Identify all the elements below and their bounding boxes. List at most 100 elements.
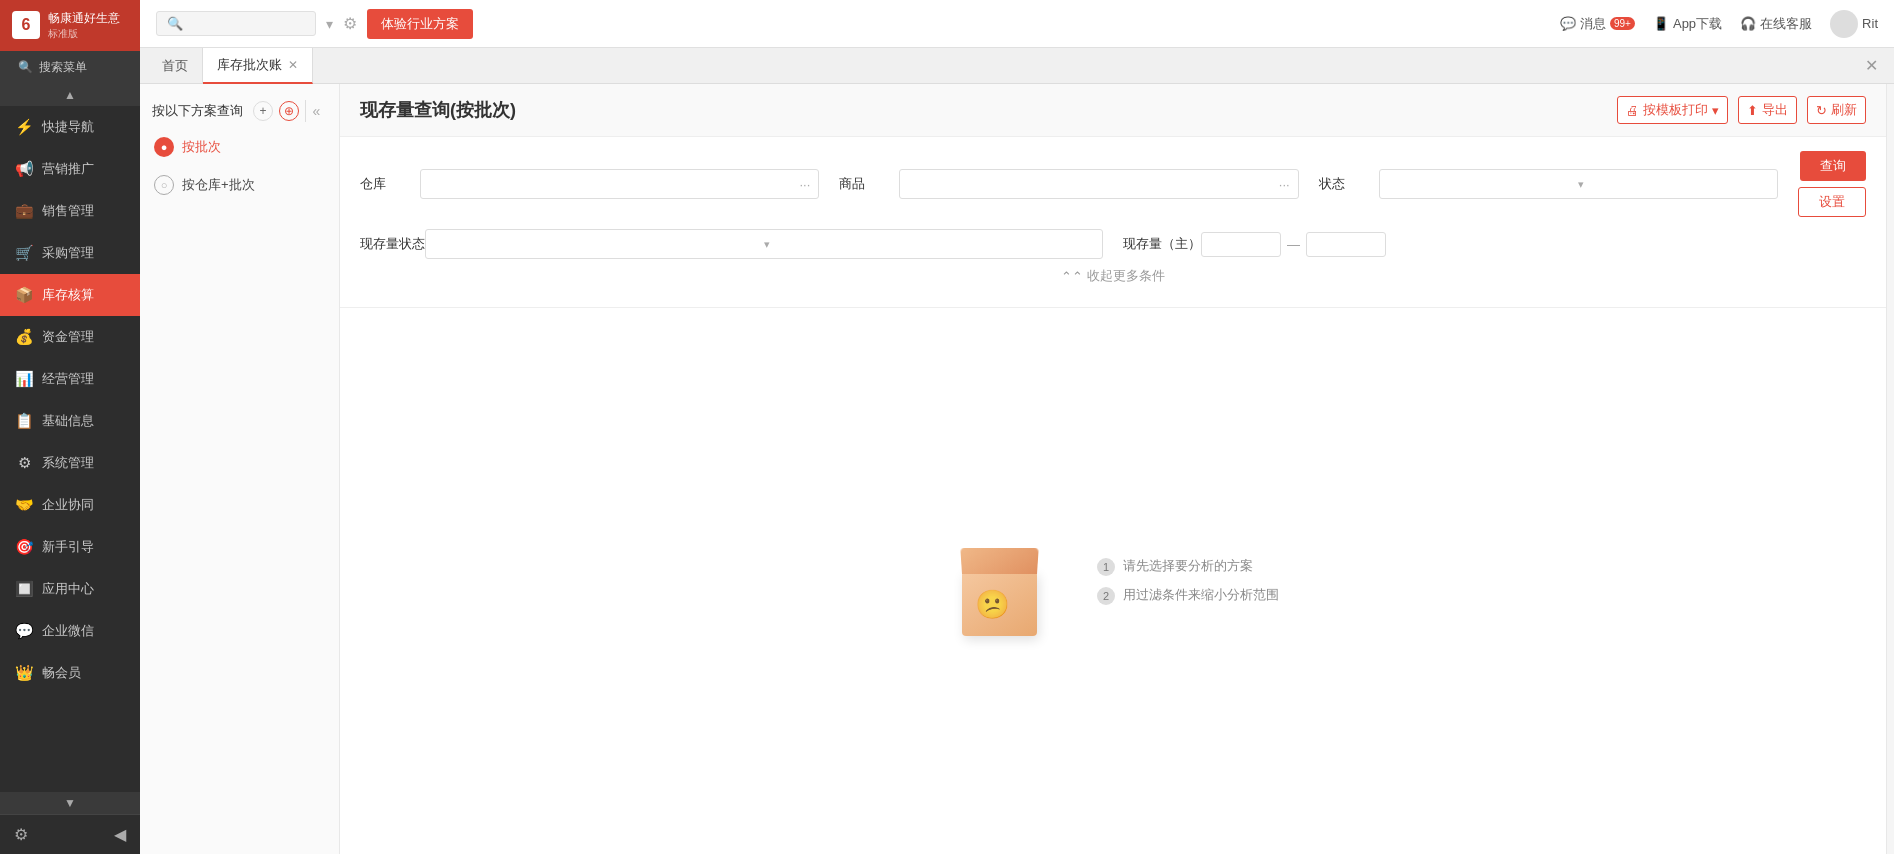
sidebar-item-label: 畅会员 xyxy=(42,664,81,682)
sidebar-item-inventory[interactable]: 📦 库存核算 xyxy=(0,274,140,316)
app-logo-icon: 6 xyxy=(12,11,40,39)
sidebar-item-label: 经营管理 xyxy=(42,370,94,388)
app-name: 畅康通好生意 xyxy=(48,10,120,27)
sidebar-item-basic[interactable]: 📋 基础信息 xyxy=(0,400,140,442)
print-template-button[interactable]: 🖨 按模板打印 ▾ xyxy=(1617,96,1728,124)
sidebar-logo: 6 畅康通好生意 标准版 xyxy=(0,0,140,51)
tip-text-1: 请先选择要分析的方案 xyxy=(1123,557,1253,575)
sidebar-item-marketing[interactable]: 📢 营销推广 xyxy=(0,148,140,190)
sidebar-item-member[interactable]: 👑 畅会员 xyxy=(0,652,140,694)
filter-item-by-batch[interactable]: ● 按批次 xyxy=(140,128,339,166)
refresh-button[interactable]: ↻ 刷新 xyxy=(1807,96,1866,124)
settings-icon[interactable]: ⚙ xyxy=(14,825,28,844)
trial-button[interactable]: 体验行业方案 xyxy=(367,9,473,39)
product-more-icon[interactable]: ··· xyxy=(1279,177,1290,192)
sidebar-item-finance[interactable]: 💰 资金管理 xyxy=(0,316,140,358)
warehouse-more-icon[interactable]: ··· xyxy=(799,177,810,192)
filter-item-by-warehouse-batch[interactable]: ○ 按仓库+批次 xyxy=(140,166,339,204)
filter-item-by-warehouse-batch-label: 按仓库+批次 xyxy=(182,176,255,194)
enterprise-icon: 🤝 xyxy=(14,496,34,514)
apps-icon: 🔲 xyxy=(14,580,34,598)
sidebar-bottom: ⚙ ◀ xyxy=(0,814,140,854)
search-button[interactable]: 查询 xyxy=(1800,151,1866,181)
topbar-gear-icon[interactable]: ⚙ xyxy=(343,14,357,33)
sidebar-item-wechat[interactable]: 💬 企业微信 xyxy=(0,610,140,652)
export-button[interactable]: ⬆ 导出 xyxy=(1738,96,1797,124)
messages-badge: 99+ xyxy=(1610,17,1635,30)
user-name: Rit xyxy=(1862,16,1878,31)
status-label: 状态 xyxy=(1319,175,1379,193)
online-service-button[interactable]: 🎧 在线客服 xyxy=(1740,15,1812,33)
sidebar-item-label: 营销推广 xyxy=(42,160,94,178)
stock-status-select[interactable]: ▾ xyxy=(425,229,1103,259)
sidebar-item-purchase[interactable]: 🛒 采购管理 xyxy=(0,232,140,274)
sidebar-search[interactable]: 🔍 搜索菜单 xyxy=(0,51,140,84)
tab-home[interactable]: 首页 xyxy=(148,48,203,84)
sidebar-item-enterprise[interactable]: 🤝 企业协同 xyxy=(0,484,140,526)
topbar-search-box[interactable]: 🔍 xyxy=(156,11,316,36)
topbar-dropdown-icon[interactable]: ▾ xyxy=(326,16,333,32)
app-download-button[interactable]: 📱 App下载 xyxy=(1653,15,1722,33)
collapse-more-button[interactable]: ⌃⌃ 收起更多条件 xyxy=(360,259,1866,293)
app-download-icon: 📱 xyxy=(1653,16,1669,31)
main-content: 现存量查询(按批次) 🖨 按模板打印 ▾ ⬆ 导出 ↻ 刷新 xyxy=(340,84,1886,854)
warehouse-input-wrap: ··· xyxy=(420,169,819,199)
sidebar-scroll-down[interactable]: ▼ xyxy=(0,792,140,814)
box-top xyxy=(960,548,1038,574)
main-area: 🔍 ▾ ⚙ 体验行业方案 💬 消息 99+ 📱 App下载 🎧 在线客服 xyxy=(140,0,1894,854)
print-template-label: 按模板打印 xyxy=(1643,101,1708,119)
content: 按以下方案查询 + ⊕ « ● 按批次 ○ 按仓库+批次 现存量查询(按批次) xyxy=(140,84,1894,854)
topbar: 🔍 ▾ ⚙ 体验行业方案 💬 消息 99+ 📱 App下载 🎧 在线客服 xyxy=(140,0,1894,48)
stock-qty-min-input[interactable] xyxy=(1201,232,1281,257)
sidebar-search-label: 搜索菜单 xyxy=(39,59,87,76)
filter-collapse-button[interactable]: « xyxy=(305,100,327,122)
box-face: 😕 xyxy=(975,588,1010,621)
sidebar-item-label: 基础信息 xyxy=(42,412,94,430)
sidebar-scroll-up[interactable]: ▲ xyxy=(0,84,140,106)
empty-state: 😕 1 请先选择要分析的方案 2 用过滤条件来缩小分析范围 xyxy=(340,308,1886,854)
filter-add-button[interactable]: + xyxy=(253,101,273,121)
filter-gear-button[interactable]: ⊕ xyxy=(279,101,299,121)
sidebar-item-label: 销售管理 xyxy=(42,202,94,220)
search-area: 仓库 ··· 商品 ··· 状态 xyxy=(340,137,1886,308)
tab-home-label: 首页 xyxy=(162,57,188,75)
finance-icon: 💰 xyxy=(14,328,34,346)
tab-batch-account-label: 库存批次账 xyxy=(217,56,282,74)
sidebar-item-operations[interactable]: 📊 经营管理 xyxy=(0,358,140,400)
tip-num-1: 1 xyxy=(1097,558,1115,576)
wechat-icon: 💬 xyxy=(14,622,34,640)
purchase-icon: 🛒 xyxy=(14,244,34,262)
sidebar-item-sales[interactable]: 💼 销售管理 xyxy=(0,190,140,232)
newbie-icon: 🎯 xyxy=(14,538,34,556)
sidebar-item-label: 应用中心 xyxy=(42,580,94,598)
messages-label: 消息 xyxy=(1580,15,1606,33)
user-menu[interactable]: Rit xyxy=(1830,10,1878,38)
sidebar-item-newbie[interactable]: 🎯 新手引导 xyxy=(0,526,140,568)
sidebar-item-quick-nav[interactable]: ⚡ 快捷导航 xyxy=(0,106,140,148)
messages-button[interactable]: 💬 消息 99+ xyxy=(1560,15,1635,33)
empty-illustration: 😕 xyxy=(947,521,1067,641)
sidebar-item-label: 企业协同 xyxy=(42,496,94,514)
stock-qty-label: 现存量（主） xyxy=(1123,235,1201,253)
product-input-wrap: ··· xyxy=(899,169,1298,199)
filter-panel: 按以下方案查询 + ⊕ « ● 按批次 ○ 按仓库+批次 xyxy=(140,84,340,854)
sidebar-item-apps[interactable]: 🔲 应用中心 xyxy=(0,568,140,610)
right-scrollbar[interactable] xyxy=(1886,84,1894,854)
sidebar-item-label: 新手引导 xyxy=(42,538,94,556)
product-input[interactable] xyxy=(908,177,1272,192)
sidebar-item-label: 快捷导航 xyxy=(42,118,94,136)
empty-tips: 1 请先选择要分析的方案 2 用过滤条件来缩小分析范围 xyxy=(1097,557,1279,605)
stock-status-field: 现存量状态 ▾ xyxy=(360,229,1103,259)
warehouse-input[interactable] xyxy=(429,177,793,192)
settings-button[interactable]: 设置 xyxy=(1798,187,1866,217)
tab-batch-account[interactable]: 库存批次账 ✕ xyxy=(203,48,313,84)
topbar-search-input[interactable] xyxy=(183,17,303,31)
sidebar-item-system[interactable]: ⚙ 系统管理 xyxy=(0,442,140,484)
collapse-sidebar-icon[interactable]: ◀ xyxy=(114,825,126,844)
stock-qty-max-input[interactable] xyxy=(1306,232,1386,257)
status-select[interactable]: ▾ xyxy=(1379,169,1778,199)
tab-panel-close-icon[interactable]: ✕ xyxy=(1857,56,1886,75)
stock-qty-range: — xyxy=(1201,232,1386,257)
tab-close-icon[interactable]: ✕ xyxy=(288,58,298,72)
topbar-search-icon: 🔍 xyxy=(167,16,183,31)
